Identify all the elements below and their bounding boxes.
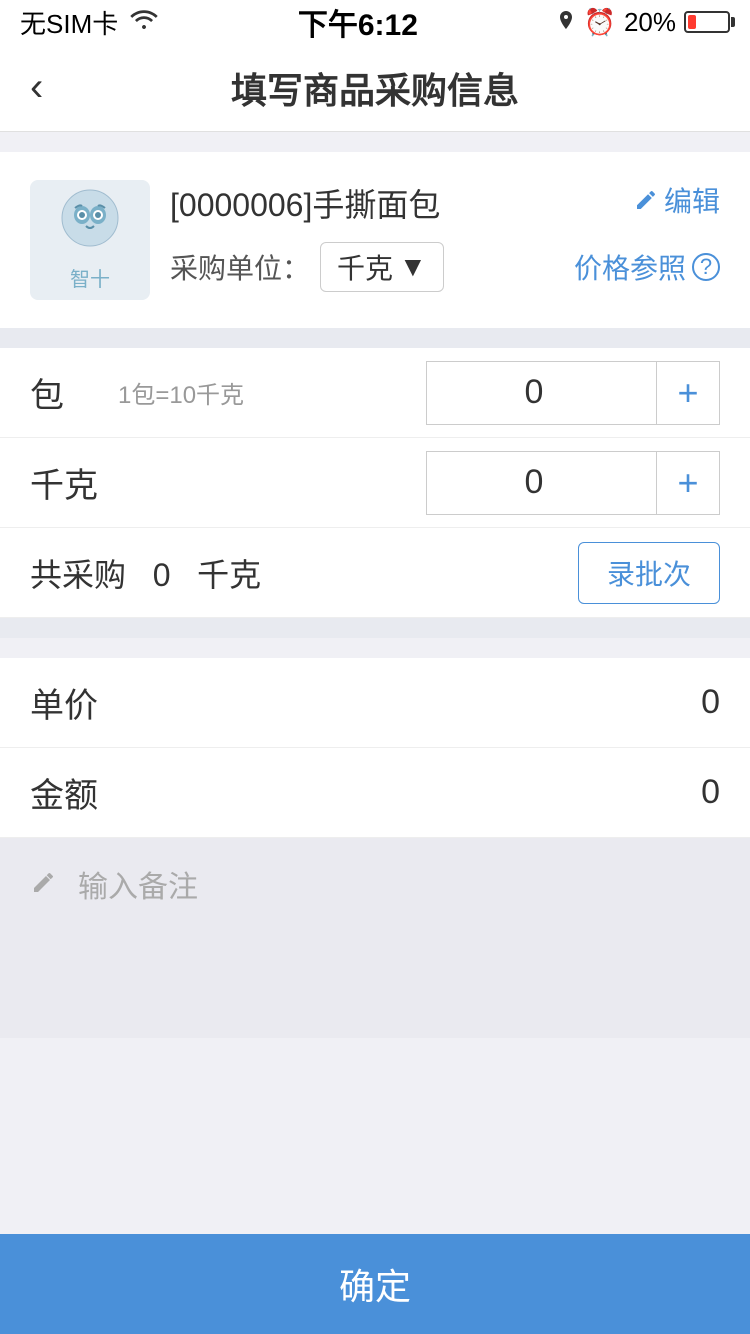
status-left: 无SIM卡 <box>20 4 160 41</box>
summary-text: 共采购 0 千克 <box>30 550 261 596</box>
kg-label: 千克 <box>30 458 110 507</box>
bag-label: 包 <box>30 368 110 417</box>
amount-row: 金额 0 <box>0 748 750 838</box>
section-divider-1 <box>0 328 750 348</box>
status-right: ⏰ 20% <box>556 7 730 38</box>
product-name: [0000006]手撕面包 <box>170 180 634 226</box>
amount-label: 金额 <box>30 768 98 817</box>
bag-input-right: + <box>426 361 720 425</box>
unit-price-value: 0 <box>701 683 720 722</box>
wifi-icon <box>128 7 160 38</box>
battery-icon <box>684 11 730 33</box>
amount-value: 0 <box>701 773 720 812</box>
status-time: 下午6:12 <box>298 0 418 44</box>
unit-value: 千克 <box>337 247 393 287</box>
product-thumb-icon <box>60 188 120 261</box>
alarm-icon: ⏰ <box>584 7 616 38</box>
unit-price-label: 单价 <box>30 678 98 727</box>
nav-bar: ‹ 填写商品采购信息 <box>0 44 750 132</box>
input-section: 包 1包=10千克 + 千克 + 共采购 0 千克 录批次 <box>0 348 750 618</box>
notes-input-row[interactable]: 输入备注 <box>30 862 720 906</box>
unit-price-row: 单价 0 <box>0 658 750 748</box>
status-bar: 无SIM卡 下午6:12 ⏰ 20% <box>0 0 750 44</box>
bag-input-row: 包 1包=10千克 + <box>0 348 750 438</box>
notes-section: 输入备注 <box>0 838 750 1038</box>
product-thumbnail: 智十 <box>30 180 150 300</box>
summary-row: 共采购 0 千克 录批次 <box>0 528 750 618</box>
price-section: 单价 0 金额 0 <box>0 658 750 838</box>
notes-placeholder[interactable]: 输入备注 <box>78 862 198 906</box>
bag-plus-button[interactable]: + <box>656 361 720 425</box>
bag-sub-label: 1包=10千克 <box>118 375 244 410</box>
confirm-button[interactable]: 确定 <box>0 1234 750 1334</box>
unit-dropdown[interactable]: 千克 ▼ <box>320 242 444 292</box>
location-icon <box>556 7 576 38</box>
kg-quantity-input[interactable] <box>426 451 656 515</box>
nav-title: 填写商品采购信息 <box>231 62 519 114</box>
price-ref-icon: ? <box>692 253 720 281</box>
kg-plus-button[interactable]: + <box>656 451 720 515</box>
bag-quantity-input[interactable] <box>426 361 656 425</box>
purchase-unit-label: 采购单位： <box>170 247 310 287</box>
dropdown-arrow: ▼ <box>399 251 427 283</box>
notes-edit-icon <box>30 864 62 904</box>
kg-input-right: + <box>426 451 720 515</box>
edit-label: 编辑 <box>664 180 720 220</box>
price-ref-label: 价格参照 <box>574 247 686 287</box>
purchase-unit: 采购单位： 千克 ▼ <box>170 242 444 292</box>
edit-button[interactable]: 编辑 <box>634 180 720 220</box>
section-divider-2 <box>0 618 750 638</box>
price-ref-button[interactable]: 价格参照 ? <box>574 247 720 287</box>
product-thumb-label: 智十 <box>70 263 110 292</box>
kg-input-row: 千克 + <box>0 438 750 528</box>
product-card: 智十 [0000006]手撕面包 编辑 采购单位： 千克 ▼ 价格参照 ? <box>0 152 750 328</box>
batch-button[interactable]: 录批次 <box>578 542 720 604</box>
product-info: [0000006]手撕面包 编辑 采购单位： 千克 ▼ 价格参照 ? <box>170 180 720 292</box>
bottom-spacer <box>0 1038 750 1138</box>
battery-text: 20% <box>624 7 676 38</box>
carrier-text: 无SIM卡 <box>20 4 118 41</box>
back-button[interactable]: ‹ <box>30 65 43 110</box>
